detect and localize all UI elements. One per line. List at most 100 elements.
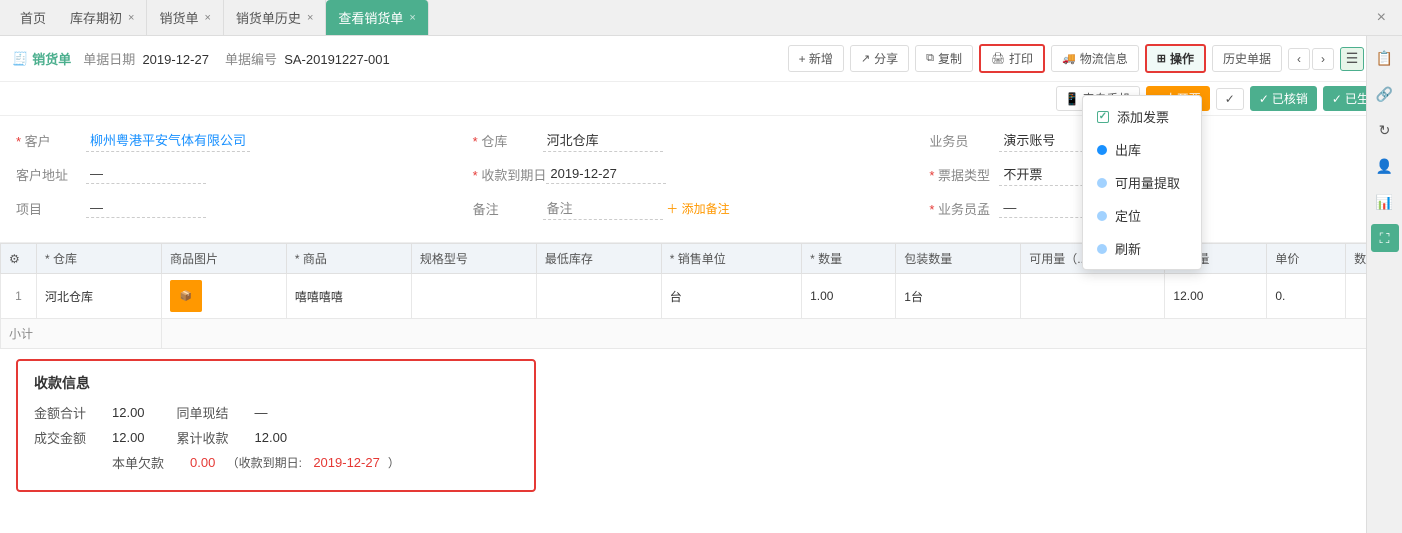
tab-sales-history[interactable]: 销货单历史 × [224,0,326,35]
row-pkg-qty: 1台 [896,274,1021,319]
row-spec [411,274,536,319]
doc-icon: 🧾 销货单 [12,49,71,68]
address-field: 客户地址 — [16,164,473,184]
row-qty: 1.00 [802,274,896,319]
total-amount-value: 12.00 [112,405,145,420]
payment-row-2: 成交金额 12.00 累计收款 12.00 [34,428,518,447]
same-order-settle-field: 同单现结 — [177,403,268,422]
doc-meta: 单据日期 2019-12-27 单据编号 SA-20191227-001 [83,49,390,68]
nav-next[interactable]: › [1312,48,1334,70]
remark-value: 备注 [543,196,663,220]
available-extract-icon [1097,178,1107,188]
th-min-stock: 最低库存 [536,244,661,274]
row-available [1021,274,1165,319]
dropdown-locate[interactable]: 定位 [1083,199,1201,232]
copy-button[interactable]: ⧉ 复制 [915,45,973,72]
customer-field: 客户 柳州粤港平安气体有限公司 [16,128,473,152]
payment-info-box: 收款信息 金额合计 12.00 同单现结 — 成交金额 12.00 [16,359,536,492]
customer-value[interactable]: 柳州粤港平安气体有限公司 [86,128,250,152]
th-warehouse: * 仓库 [37,244,162,274]
tab-view-sales[interactable]: 查看销货单 × [326,0,428,35]
header-actions: + 新增 ↗ 分享 ⧉ 复制 🖨 打印 🚚 物流信息 [788,44,1390,73]
nav-prev[interactable]: ‹ [1288,48,1310,70]
tab-home[interactable]: 首页 [8,8,58,27]
product-image: 📦 [170,280,202,312]
warehouse-field: 仓库 河北仓库 [473,128,930,152]
total-amount-field: 金额合计 12.00 [34,403,145,422]
th-pkg-qty: 包装数量 [896,244,1021,274]
tab-close-sales[interactable]: × [204,12,210,24]
address-value: — [86,164,206,184]
print-button[interactable]: 🖨 打印 [979,44,1045,73]
due-date-value: 2019-12-27 [313,455,380,470]
th-settings[interactable]: ⚙ [1,244,37,274]
layout-list[interactable]: ☰ [1340,47,1364,71]
logistics-button[interactable]: 🚚 物流信息 [1051,45,1139,72]
add-invoice-icon: ✓ [1097,111,1109,123]
history-button[interactable]: 历史单据 [1212,45,1282,72]
tab-close-view[interactable]: × [409,12,415,24]
phone-icon: 📱 [1065,92,1080,106]
remark-field: 备注 备注 ＋ 添加备注 [473,196,930,220]
th-product-img: 商品图片 [161,244,286,274]
row-product[interactable]: 嘻嘻嘻嘻 [286,274,411,319]
dropdown-add-invoice[interactable]: ✓ 添加发票 [1083,100,1201,133]
transaction-amount-value: 12.00 [112,430,145,445]
dropdown-refresh[interactable]: 刷新 [1083,232,1201,265]
th-price: 单价 [1267,244,1346,274]
dropdown-available-extract[interactable]: 可用量提取 [1083,166,1201,199]
share-button[interactable]: ↗ 分享 [850,45,909,72]
th-product: * 商品 [286,244,411,274]
dropdown-out-warehouse[interactable]: 出库 [1083,133,1201,166]
new-button[interactable]: + 新增 [788,45,844,72]
locate-icon [1097,211,1107,221]
cumulative-collection-field: 累计收款 12.00 [177,428,288,447]
transaction-amount-field: 成交金额 12.00 [34,428,145,447]
payment-date-field: 收款到期日 2019-12-27 [473,164,930,184]
current-due-value: 0.00 [190,455,215,470]
payment-date-value[interactable]: 2019-12-27 [546,164,666,184]
window-close-button[interactable]: × [1369,9,1394,27]
project-value: — [86,198,206,218]
warehouse-value[interactable]: 河北仓库 [543,128,663,152]
sidebar-icon-chart[interactable]: 📊 [1371,188,1399,216]
payment-info-title: 收款信息 [34,373,518,393]
operations-button[interactable]: ⊞ 操作 [1145,44,1206,73]
sold-icon: ✓ [1259,92,1269,106]
th-spec: 规格型号 [411,244,536,274]
subtotal-row: 小计 [1,319,1402,349]
subtotal-label: 小计 [1,319,162,349]
th-qty: * 数量 [802,244,896,274]
sidebar-icon-expand[interactable]: ⛶ [1371,224,1399,252]
nav-arrows: ‹ › [1288,48,1334,70]
check-btn[interactable]: ✓ [1216,88,1244,110]
out-warehouse-icon [1097,145,1107,155]
same-order-settle-value: — [255,405,268,420]
project-field: 项目 — [16,198,473,218]
sidebar-icon-user[interactable]: 👤 [1371,152,1399,180]
sidebar-icon-link[interactable]: 🔗 [1371,80,1399,108]
sidebar-icon-refresh[interactable]: ↻ [1371,116,1399,144]
tab-bar: 首页 库存期初 × 销货单 × 销货单历史 × 查看销货单 × × [0,0,1402,36]
subtotal-values [161,319,1401,349]
right-sidebar: 📋 🔗 ↻ 👤 📊 ⛶ [1366,36,1402,533]
bottom-panel: 收款信息 金额合计 12.00 同单现结 — 成交金额 12.00 [0,349,1402,502]
tab-close-history[interactable]: × [307,12,313,24]
sold-btn[interactable]: ✓ 已核销 [1250,86,1317,111]
tab-inventory-init[interactable]: 库存期初 × [58,0,147,35]
sidebar-icon-doc[interactable]: 📋 [1371,44,1399,72]
row-unit: 台 [661,274,801,319]
payment-row-3: 本单欠款 0.00 （收款到期日: 2019-12-27 ） [34,453,518,472]
add-remark-btn[interactable]: ＋ 添加备注 [666,200,729,217]
row-num: 1 [1,274,37,319]
th-unit: * 销售单位 [661,244,801,274]
current-due-field: 本单欠款 0.00 （收款到期日: 2019-12-27 ） [112,453,400,472]
cumulative-collection-value: 12.00 [255,430,288,445]
row-price: 0. [1267,274,1346,319]
table-row: 1 河北仓库 📦 嘻嘻嘻嘻 台 1.00 1台 12.00 0. [1,274,1402,319]
tab-sales-order[interactable]: 销货单 × [147,0,223,35]
row-warehouse: 河北仓库 [37,274,162,319]
tab-close-inventory[interactable]: × [128,12,134,24]
refresh-icon [1097,244,1107,254]
row-min-stock [536,274,661,319]
